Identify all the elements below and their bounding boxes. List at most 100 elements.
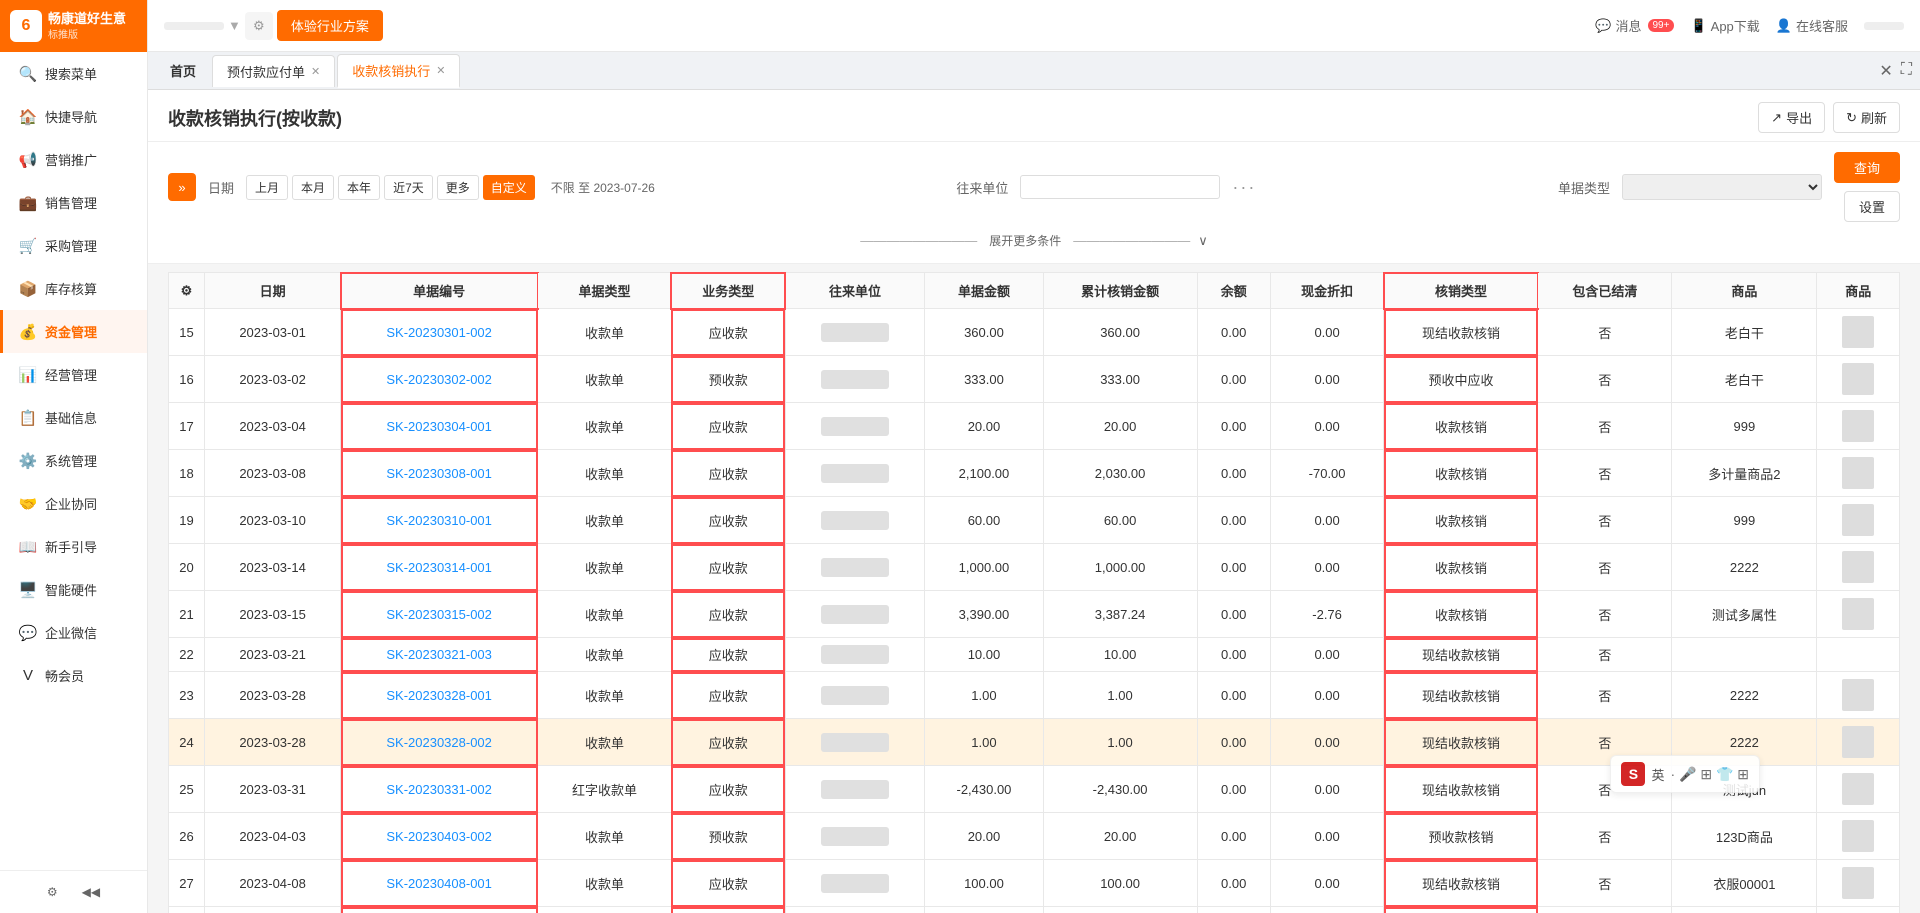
bill-no-link[interactable]: SK-20230304-001 <box>386 419 492 434</box>
settings-icon[interactable]: ⚙ <box>245 12 273 40</box>
sidebar-item-3[interactable]: 💼销售管理 <box>0 181 147 224</box>
settings-btn[interactable]: ⚙ <box>37 879 68 905</box>
bill-no-link[interactable]: SK-20230310-001 <box>386 513 492 528</box>
cell-goods2 <box>1817 813 1900 860</box>
tab-home[interactable]: 首页 <box>156 55 210 86</box>
bill-no-link[interactable]: SK-20230314-001 <box>386 560 492 575</box>
cell-biz-type: 应收款 <box>671 309 785 356</box>
close-tab-btn[interactable]: ✕ <box>1879 61 1892 81</box>
this-month-btn[interactable]: 本月 <box>292 175 334 200</box>
sidebar-item-4[interactable]: 🛒采购管理 <box>0 224 147 267</box>
cell-goods1: 测试多属性 <box>1672 591 1817 638</box>
cell-amount: 1,000.00 <box>925 544 1043 591</box>
sidebar-label-0: 搜索菜单 <box>45 64 97 83</box>
online-support-btn[interactable]: 👤 在线客服 <box>1776 16 1848 35</box>
cell-amount: 100.00 <box>925 907 1043 913</box>
bill-no-link[interactable]: SK-20230328-002 <box>386 735 492 750</box>
sidebar-item-12[interactable]: 🖥️智能硬件 <box>0 568 147 611</box>
tab-prepay[interactable]: 预付款应付单 ✕ <box>212 55 335 87</box>
sidebar-item-11[interactable]: 📖新手引导 <box>0 525 147 568</box>
expand-conditions-btn[interactable]: ————————— 展开更多条件 ————————— ∨ <box>852 228 1216 253</box>
last-7days-btn[interactable]: 近7天 <box>384 175 433 200</box>
cell-no: 17 <box>169 403 205 450</box>
cell-partner: ████ <box>785 450 925 497</box>
sidebar-label-1: 快捷导航 <box>45 107 97 126</box>
sidebar-item-13[interactable]: 💬企业微信 <box>0 611 147 654</box>
bill-no-link[interactable]: SK-20230308-001 <box>386 466 492 481</box>
query-button[interactable]: 查询 <box>1834 152 1900 183</box>
tab-collection-close[interactable]: ✕ <box>436 64 445 77</box>
message-badge: 99+ <box>1648 19 1675 32</box>
last-month-btn[interactable]: 上月 <box>246 175 288 200</box>
sidebar-item-8[interactable]: 📋基础信息 <box>0 396 147 439</box>
cell-bill-no: SK-20230308-001 <box>341 450 538 497</box>
bill-no-link[interactable]: SK-20230301-002 <box>386 325 492 340</box>
sidebar-item-1[interactable]: 🏠快捷导航 <box>0 95 147 138</box>
bill-no-link[interactable]: SK-20230331-002 <box>386 782 492 797</box>
col-header-goods1[interactable]: 商品 <box>1672 273 1817 309</box>
col-header-biz-type[interactable]: 业务类型 <box>671 273 785 309</box>
cell-partner: ████ <box>785 672 925 719</box>
bill-no-link[interactable]: SK-20230328-001 <box>386 688 492 703</box>
cell-bill-type: 收款单 <box>538 356 672 403</box>
col-header-bill-type[interactable]: 单据类型 <box>538 273 672 309</box>
more-date-btn[interactable]: 更多 <box>437 175 479 200</box>
messages-btn[interactable]: 💬 消息 99+ <box>1595 16 1674 35</box>
sidebar-item-10[interactable]: 🤝企业协同 <box>0 482 147 525</box>
cell-goods1: 2222 <box>1672 907 1817 913</box>
maximize-btn[interactable]: ⛶ <box>1901 61 1912 81</box>
col-header-goods2[interactable]: 商品 <box>1817 273 1900 309</box>
refresh-button[interactable]: ↻ 刷新 <box>1833 102 1900 133</box>
watermark-icons: · 🎤 ⊞ 👕 ⊞ <box>1670 766 1749 783</box>
cell-partner: ████ <box>785 860 925 907</box>
bill-type-select[interactable] <box>1622 174 1822 200</box>
collapse-btn[interactable]: ◀◀ <box>72 879 110 905</box>
solution-button[interactable]: 体验行业方案 <box>277 10 383 41</box>
bill-no-link[interactable]: SK-20230302-002 <box>386 372 492 387</box>
sidebar-item-5[interactable]: 📦库存核算 <box>0 267 147 310</box>
col-header-balance[interactable]: 余额 <box>1197 273 1270 309</box>
col-header-date[interactable]: 日期 <box>205 273 341 309</box>
cell-partner: ████ <box>785 638 925 672</box>
page-header: 收款核销执行(按收款) ↗ 导出 ↻ 刷新 <box>148 90 1920 142</box>
cell-amount: -2,430.00 <box>925 766 1043 813</box>
sidebar-item-7[interactable]: 📊经营管理 <box>0 353 147 396</box>
sidebar-item-14[interactable]: V畅会员 <box>0 654 147 697</box>
tabs-right-controls: ✕ ⛶ <box>1879 61 1912 81</box>
col-header-partner[interactable]: 往来单位 <box>785 273 925 309</box>
sidebar-item-0[interactable]: 🔍搜索菜单 <box>0 52 147 95</box>
cell-verified: 333.00 <box>1043 356 1197 403</box>
cell-biz-type: 应收款 <box>671 638 785 672</box>
setting-button[interactable]: 设置 <box>1844 191 1900 222</box>
cell-included: 否 <box>1538 309 1672 356</box>
export-button[interactable]: ↗ 导出 <box>1758 102 1825 133</box>
this-year-btn[interactable]: 本年 <box>338 175 380 200</box>
filter-expand-button[interactable]: » <box>168 173 196 201</box>
col-header-verify-type[interactable]: 核销类型 <box>1384 273 1538 309</box>
partner-input[interactable] <box>1020 175 1220 199</box>
col-header-amount[interactable]: 单据金额 <box>925 273 1043 309</box>
tab-collection[interactable]: 收款核销执行 ✕ <box>337 54 460 88</box>
tab-prepay-close[interactable]: ✕ <box>311 65 320 78</box>
cell-date: 2023-03-01 <box>205 309 341 356</box>
cell-verified: 10.00 <box>1043 638 1197 672</box>
bill-no-link[interactable]: SK-20230408-001 <box>386 876 492 891</box>
col-header-verified[interactable]: 累计核销金额 <box>1043 273 1197 309</box>
col-header-bill-no[interactable]: 单据编号 <box>341 273 538 309</box>
bill-no-link[interactable]: SK-20230403-002 <box>386 829 492 844</box>
custom-date-btn[interactable]: 自定义 <box>483 175 535 200</box>
col-header-gear[interactable]: ⚙ <box>169 273 205 309</box>
sidebar-item-9[interactable]: ⚙️系统管理 <box>0 439 147 482</box>
sidebar-item-2[interactable]: 📢营销推广 <box>0 138 147 181</box>
sidebar-item-6[interactable]: 💰资金管理 <box>0 310 147 353</box>
sidebar: 6 畅康道好生意 标推版 🔍搜索菜单🏠快捷导航📢营销推广💼销售管理🛒采购管理📦库… <box>0 0 148 913</box>
bill-no-link[interactable]: SK-20230315-002 <box>386 607 492 622</box>
cell-included: 否 <box>1538 356 1672 403</box>
header-brand: ▼ ⚙ 体验行业方案 <box>164 10 1583 41</box>
bill-no-link[interactable]: SK-20230321-003 <box>386 647 492 662</box>
table-area: ⚙ 日期 单据编号 单据类型 业务类型 往来单位 单据金额 累计核销金额 余额 … <box>148 264 1920 913</box>
col-header-included[interactable]: 包含已结清 <box>1538 273 1672 309</box>
cell-bill-type: 收款单 <box>538 591 672 638</box>
app-download-btn[interactable]: 📱 App下载 <box>1690 16 1759 35</box>
col-header-discount[interactable]: 现金折扣 <box>1270 273 1384 309</box>
